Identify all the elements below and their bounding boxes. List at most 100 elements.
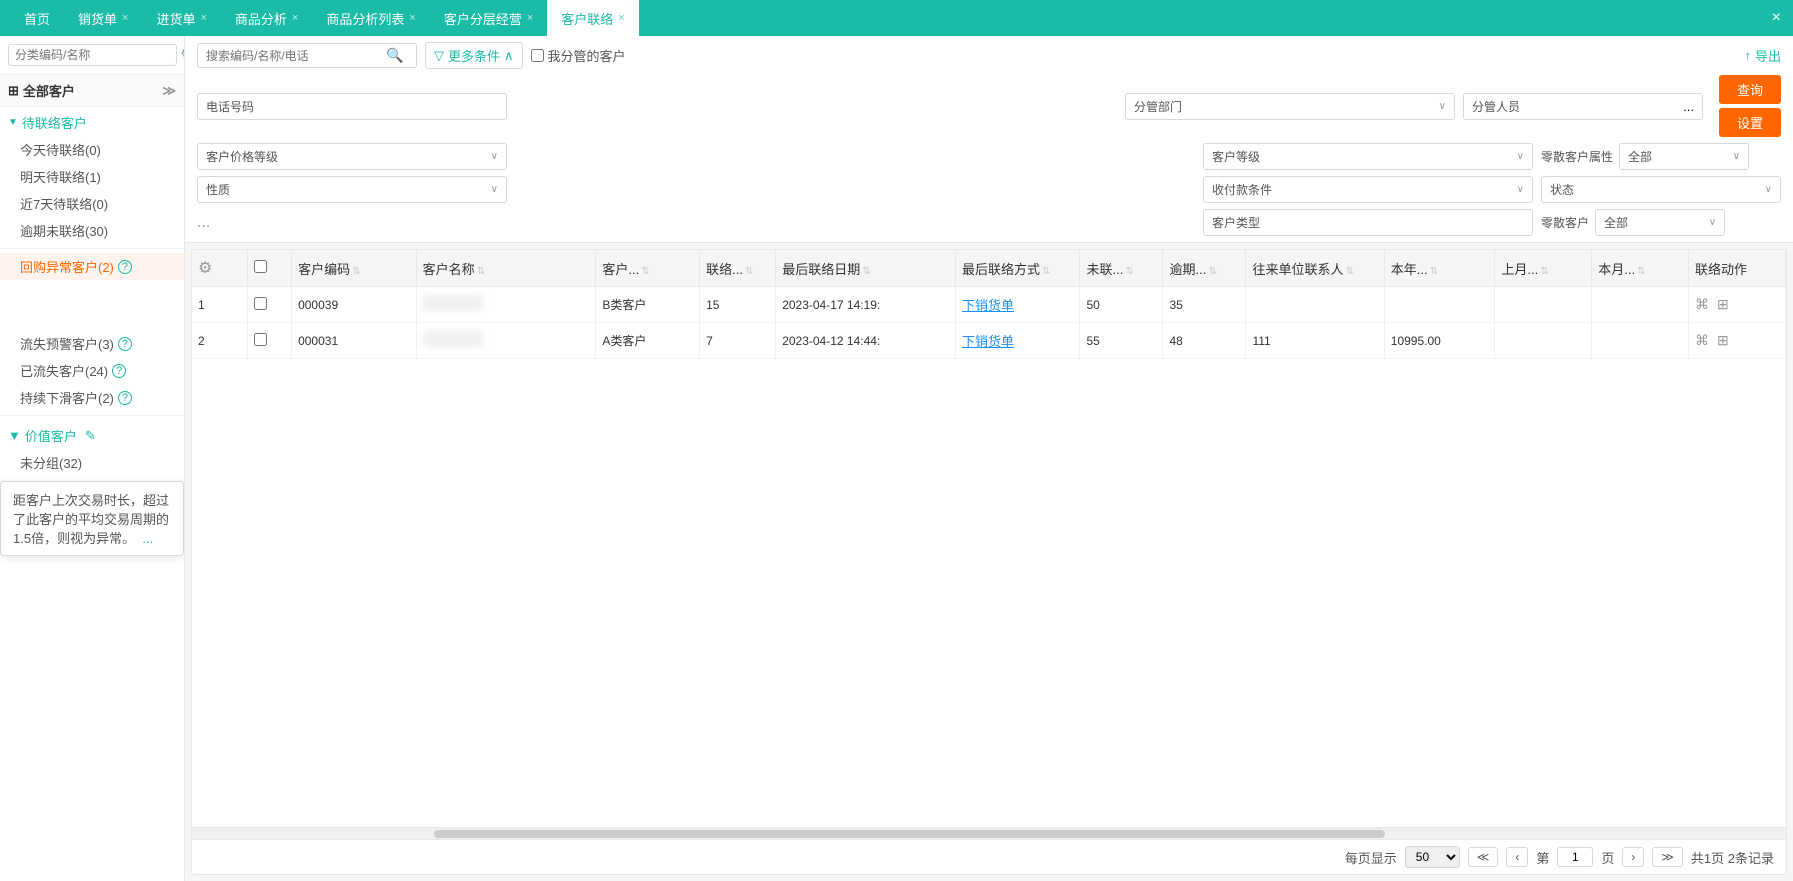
sidebar-all-customers-section[interactable]: ⊞ 全部客户 ≫ [0,75,184,107]
sidebar-item-ungrouped[interactable]: 未分组(32) [0,449,184,476]
sort-year-icon[interactable]: ⇅ [1430,266,1438,277]
filter-dots[interactable]: ... [197,214,210,232]
th-this-month[interactable]: 本月...⇅ [1592,250,1689,287]
sort-level-icon[interactable]: ⇅ [641,266,649,277]
tooltip-more-link[interactable]: ... [142,531,153,546]
edit-icon[interactable]: ✎ [85,428,96,444]
customer-type-filter[interactable]: 客户类型 [1203,209,1533,236]
settings-button[interactable]: 设置 [1719,108,1781,137]
customer-grade-filter[interactable]: 客户等级 ∨ [1203,143,1533,170]
payment-filter[interactable]: 收付款条件 ∨ [1203,176,1533,203]
th-level[interactable]: 客户...⇅ [596,250,700,287]
gender-filter[interactable]: 性质 ∨ [197,176,507,203]
price-grade-filter[interactable]: 客户价格等级 ∨ [197,143,507,170]
per-page-select[interactable]: 50 20 100 [1405,846,1460,868]
sidebar-item-7days[interactable]: 近7天待联络(0) [0,190,184,217]
row-checkbox-2[interactable] [254,333,267,346]
status-filter[interactable]: 状态 ∨ [1541,176,1781,203]
close-all-tabs[interactable]: × [1772,9,1781,27]
sort-pending-icon[interactable]: ⇅ [1125,266,1133,277]
last-page-btn[interactable]: ≫ [1652,847,1683,867]
close-tab-customer-contact[interactable]: × [618,12,624,24]
scroll-thumb[interactable] [434,830,1386,838]
th-last-method[interactable]: 最后联络方式⇅ [956,250,1080,287]
sort-name-icon[interactable]: ⇅ [477,266,485,277]
query-button[interactable]: 查询 [1719,75,1781,104]
sidebar-pending-group[interactable]: ▼ 待联络客户 [0,107,184,136]
contact-icon-1[interactable]: ⌘ [1695,296,1709,313]
sidebar-item-churn-warning[interactable]: 流失预警客户(3) ? [0,330,184,357]
info-icon[interactable]: ? [118,260,132,274]
th-last-date[interactable]: 最后联络日期⇅ [776,250,956,287]
sidebar-value-group[interactable]: ▼ 价值客户 ✎ [0,420,184,449]
info-icon-2[interactable]: ? [118,337,132,351]
close-tab-customer-tier[interactable]: × [527,12,533,24]
td-method-1[interactable]: 下销货单 [956,287,1080,323]
info-icon-3[interactable]: ? [112,364,126,378]
global-search-box[interactable]: 🔍 [197,43,417,68]
sort-date-icon[interactable]: ⇅ [862,266,870,277]
first-page-btn[interactable]: ≪ [1468,847,1499,867]
sidebar-item-overdue[interactable]: 逾期未联络(30) [0,217,184,244]
td-checkbox-2[interactable] [247,323,291,359]
more-conditions-btn[interactable]: ▽ 更多条件 ∧ [425,42,523,69]
prev-page-btn[interactable]: ‹ [1506,847,1528,867]
sort-unit-icon[interactable]: ⇅ [1345,266,1353,277]
sidebar-item-churned[interactable]: 已流失客户(24) ? [0,357,184,384]
nav-tab-product-analysis[interactable]: 商品分析 × [221,0,312,36]
sort-method-icon[interactable]: ⇅ [1042,266,1050,277]
table-settings-icon[interactable]: ⚙ [198,260,212,277]
contact-icon-2[interactable]: ⌘ [1695,332,1709,349]
horizontal-scrollbar[interactable] [192,827,1786,839]
my-customers-checkbox[interactable]: 我分管的客户 [531,46,626,65]
sort-code-icon[interactable]: ⇅ [352,266,360,277]
page-input[interactable] [1557,847,1593,867]
manager-dots[interactable]: ... [1683,99,1694,114]
th-pending[interactable]: 未联...⇅ [1080,250,1163,287]
sidebar-item-repurchase-abnormal[interactable]: 回购异常客户(2) ? [0,253,184,280]
th-unit-contact[interactable]: 往来单位联系人⇅ [1246,250,1384,287]
sidebar-collapse-icon[interactable]: ≫ [162,83,176,99]
close-tab-product-analysis[interactable]: × [292,12,298,24]
search-orange-icon[interactable]: 🔍 [386,47,403,64]
retail-attr-select[interactable]: 全部 ∨ [1619,143,1749,170]
sort-contact-icon[interactable]: ⇅ [745,266,753,277]
th-contact-count[interactable]: 联络...⇅ [700,250,776,287]
nav-tab-home[interactable]: 首页 [10,0,64,36]
nav-tab-sales[interactable]: 销货单 × [64,0,142,36]
th-checkbox[interactable] [247,250,291,287]
td-checkbox-1[interactable] [247,287,291,323]
nav-tab-customer-tier[interactable]: 客户分层经营 × [430,0,547,36]
close-tab-sales[interactable]: × [122,12,128,24]
nav-tab-product-list[interactable]: 商品分析列表 × [312,0,429,36]
close-tab-product-list[interactable]: × [409,12,415,24]
sidebar-item-today[interactable]: 今天待联络(0) [0,136,184,163]
sidebar-search-input[interactable] [8,44,177,66]
select-all-checkbox[interactable] [254,260,267,273]
th-overdue[interactable]: 逾期...⇅ [1163,250,1246,287]
sort-tmonth-icon[interactable]: ⇅ [1637,266,1645,277]
dept-filter[interactable]: 分管部门 ∨ [1125,93,1455,120]
nav-tab-customer-contact[interactable]: 客户联络 × [547,0,638,36]
close-tab-purchase[interactable]: × [200,12,206,24]
th-this-year[interactable]: 本年...⇅ [1384,250,1495,287]
global-search-input[interactable] [206,49,386,63]
sidebar-item-tomorrow[interactable]: 明天待联络(1) [0,163,184,190]
th-code[interactable]: 客户编码⇅ [292,250,416,287]
info-icon-4[interactable]: ? [118,391,132,405]
th-name[interactable]: 客户名称⇅ [416,250,596,287]
next-page-btn[interactable]: › [1622,847,1644,867]
retail-customer-select[interactable]: 全部 ∨ [1595,209,1725,236]
td-method-2[interactable]: 下销货单 [956,323,1080,359]
sort-overdue-icon[interactable]: ⇅ [1208,266,1216,277]
sidebar-item-declining[interactable]: 持续下滑客户(2) ? [0,384,184,411]
sort-lmonth-icon[interactable]: ⇅ [1540,266,1548,277]
row-checkbox-1[interactable] [254,297,267,310]
my-customers-check[interactable] [531,49,544,62]
more-icon-2[interactable]: ⊞ [1717,332,1729,349]
th-last-month[interactable]: 上月...⇅ [1495,250,1592,287]
nav-tab-purchase[interactable]: 进货单 × [142,0,220,36]
more-icon-1[interactable]: ⊞ [1717,296,1729,313]
export-btn[interactable]: ↑ 导出 [1744,46,1781,65]
manager-filter[interactable]: 分管人员 ... [1463,93,1703,120]
